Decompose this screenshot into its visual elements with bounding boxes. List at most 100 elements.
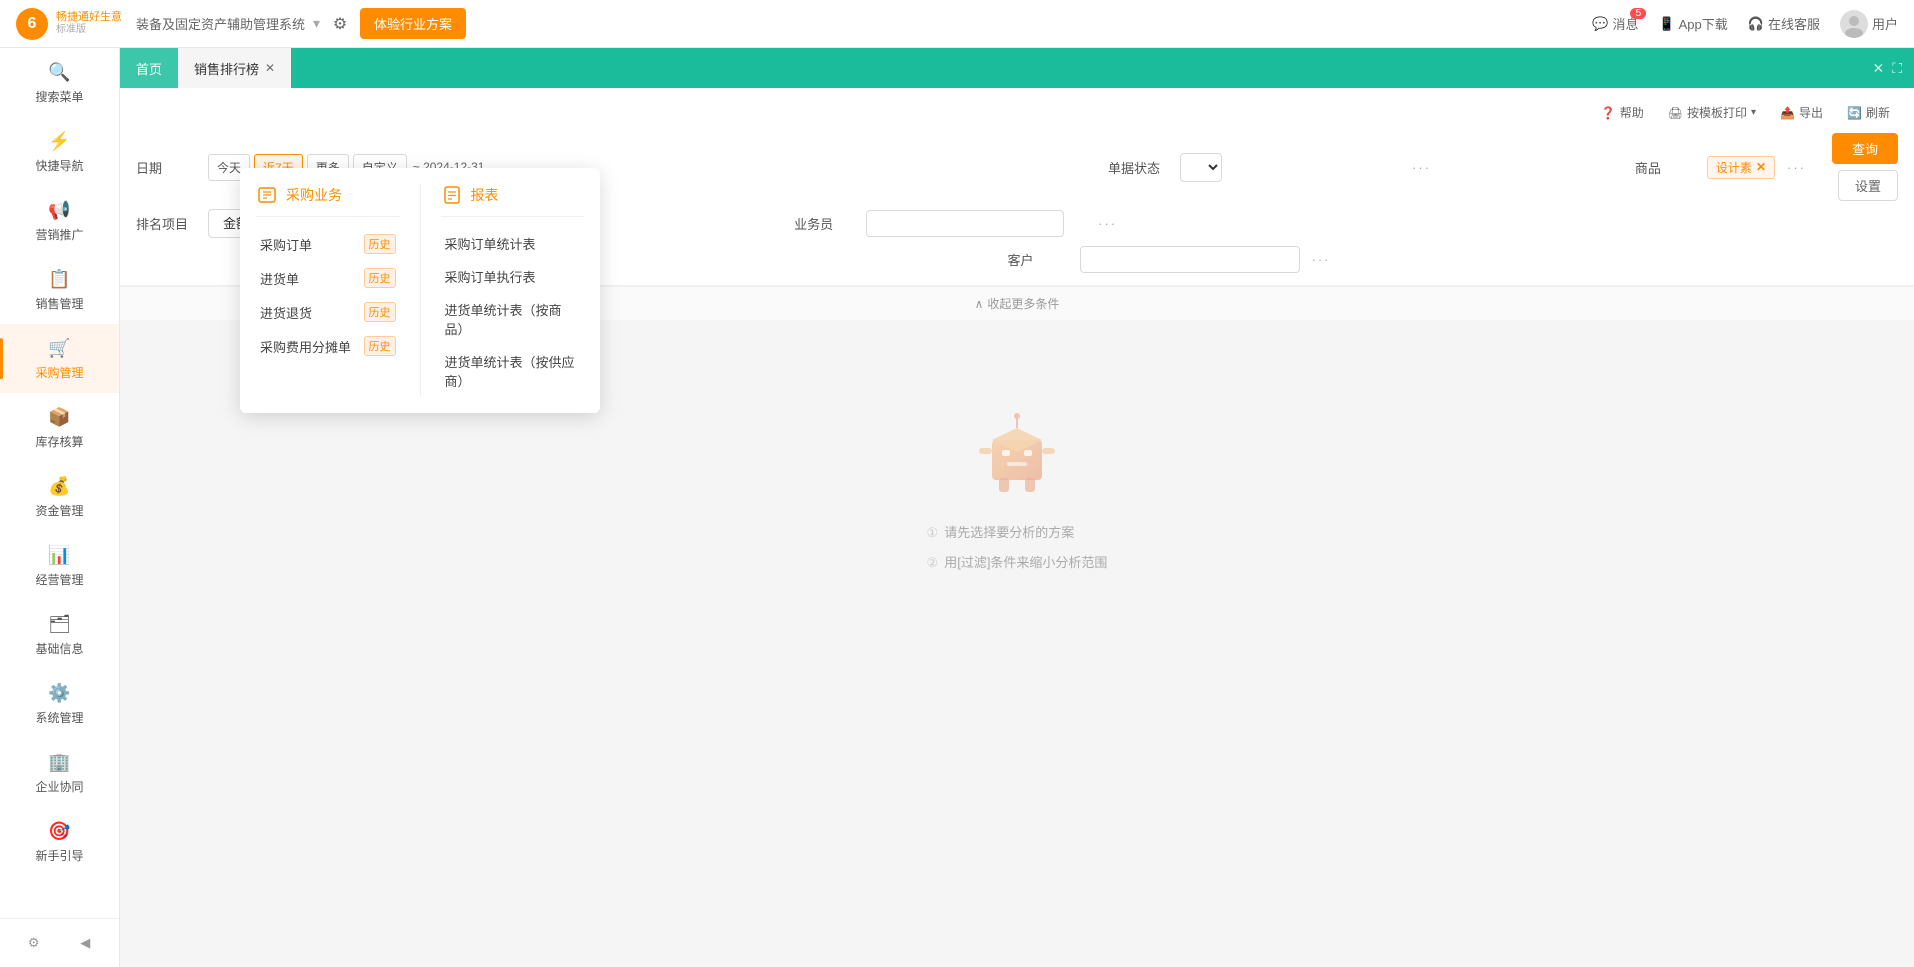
- purchase-order-label: 采购订单: [260, 235, 312, 254]
- dropdown-item-purchase-order-stat[interactable]: 采购订单统计表: [441, 227, 585, 260]
- operations-icon: 📊: [48, 543, 72, 567]
- user-action[interactable]: 用户: [1840, 10, 1898, 38]
- doc-status-select[interactable]: [1180, 153, 1222, 182]
- doc-status-more[interactable]: ···: [1412, 160, 1431, 175]
- tab-expand-area: ✕ ⛶: [1860, 48, 1914, 88]
- sidebar-footer: ⚙ ◀: [0, 918, 119, 967]
- dropdown-item-purchase-order-exec[interactable]: 采购订单执行表: [441, 260, 585, 293]
- help-icon: ❓: [1601, 106, 1616, 120]
- tab-home[interactable]: 首页: [120, 48, 178, 88]
- message-action[interactable]: 💬 消息 5: [1592, 14, 1638, 33]
- empty-illustration: [967, 400, 1067, 500]
- dropdown-col1-header: 采购业务: [256, 184, 400, 217]
- logo-icon: 6: [16, 8, 48, 40]
- dropdown-item-incoming[interactable]: 进货单 历史: [256, 261, 400, 295]
- sidebar-item-system[interactable]: ⚙️ 系统管理: [0, 669, 119, 738]
- help-label: 帮助: [1620, 104, 1644, 121]
- tab-bar: 首页 销售排行榜 ✕ ✕ ⛶: [120, 48, 1914, 88]
- print-btn[interactable]: 🖨 按模板打印 ▾: [1660, 100, 1764, 125]
- collapse-label: 收起更多条件: [987, 295, 1059, 312]
- content-area: 首页 销售排行榜 ✕ ✕ ⛶ ❓ 帮助: [120, 48, 1914, 967]
- query-btn[interactable]: 查询: [1832, 133, 1898, 164]
- tab-fullscreen-icon[interactable]: ⛶: [1892, 60, 1902, 77]
- search-icon: 🔍: [48, 60, 72, 84]
- sidebar: 🔍 搜索菜单 ⚡ 快捷导航 📢 营销推广 📋 销售管理 🛒 采购管理 📦 库存核…: [0, 48, 120, 967]
- purchase-order-stat-label: 采购订单统计表: [445, 234, 536, 253]
- tab-home-label: 首页: [136, 59, 162, 78]
- refresh-btn[interactable]: 🔄 刷新: [1839, 100, 1898, 125]
- goods-label: 商品: [1635, 158, 1695, 177]
- salesperson-label: 业务员: [794, 214, 854, 233]
- goods-tag-text: 设计素: [1716, 159, 1752, 176]
- logo-area: 6 畅捷通好生意 标准版: [16, 8, 136, 40]
- salesperson-input[interactable]: [866, 210, 1064, 237]
- print-icon: 🖨: [1668, 106, 1683, 120]
- salesperson-more[interactable]: ···: [1098, 216, 1117, 231]
- export-btn[interactable]: 📤 导出: [1772, 100, 1831, 125]
- customer-input[interactable]: [1080, 246, 1300, 273]
- app-download-action[interactable]: 📱 App下载: [1658, 14, 1727, 33]
- goods-tag-close[interactable]: ✕: [1756, 160, 1766, 174]
- doc-status-label: 单据状态: [1108, 158, 1168, 177]
- purchase-order-history: 历史: [364, 234, 396, 254]
- date-label: 日期: [136, 158, 196, 177]
- print-dropdown-icon: ▾: [1751, 107, 1756, 118]
- help-btn[interactable]: ❓ 帮助: [1593, 100, 1652, 125]
- dropdown-item-incoming-stat-goods[interactable]: 进货单统计表（按商品）: [441, 293, 585, 345]
- sidebar-item-sales-label: 销售管理: [35, 295, 83, 312]
- message-badge: 5: [1630, 8, 1646, 19]
- dropdown-item-purchase-expense[interactable]: 采购费用分摊单 历史: [256, 329, 400, 363]
- sidebar-collapse-btn[interactable]: ◀: [69, 927, 101, 959]
- online-service-action[interactable]: 🎧 在线客服: [1748, 14, 1820, 33]
- dropdown-item-incoming-stat-supplier[interactable]: 进货单统计表（按供应商）: [441, 345, 585, 397]
- system-title-text: 装备及固定资产辅助管理系统: [136, 14, 305, 33]
- industry-btn[interactable]: 体验行业方案: [360, 8, 466, 39]
- sidebar-item-inventory[interactable]: 📦 库存核算: [0, 393, 119, 462]
- sidebar-item-operations[interactable]: 📊 经营管理: [0, 531, 119, 600]
- dropdown-separator: [420, 184, 421, 397]
- sidebar-item-search[interactable]: 🔍 搜索菜单: [0, 48, 119, 117]
- sidebar-item-sales[interactable]: 📋 销售管理: [0, 255, 119, 324]
- incoming-stat-goods-label: 进货单统计表（按商品）: [445, 300, 581, 338]
- sidebar-item-finance-label: 资金管理: [35, 502, 83, 519]
- sidebar-item-purchase[interactable]: 🛒 采购管理: [0, 324, 119, 393]
- dropdown-item-incoming-return[interactable]: 进货退货 历史: [256, 295, 400, 329]
- dropdown-arrow-icon[interactable]: ▾: [313, 15, 320, 32]
- headset-icon: 🎧: [1748, 16, 1764, 32]
- dropdown-col-reports: 报表 采购订单统计表 采购订单执行表 进货单统计表（按商品） 进货单统计表（按供…: [441, 184, 585, 397]
- enterprise-icon: 🏢: [48, 750, 72, 774]
- dropdown-item-purchase-order[interactable]: 采购订单 历史: [256, 227, 400, 261]
- print-label: 按模板打印: [1687, 104, 1747, 121]
- empty-text: ① 请先选择要分析的方案 ② 用[过滤]条件来缩小分析范围: [927, 520, 1108, 576]
- export-label: 导出: [1799, 104, 1823, 121]
- basic-info-icon: 🗂: [48, 612, 72, 636]
- sidebar-item-quick-nav[interactable]: ⚡ 快捷导航: [0, 117, 119, 186]
- customer-more[interactable]: ···: [1312, 252, 1331, 267]
- goods-more[interactable]: ···: [1787, 160, 1806, 175]
- main-layout: 🔍 搜索菜单 ⚡ 快捷导航 📢 营销推广 📋 销售管理 🛒 采购管理 📦 库存核…: [0, 48, 1914, 967]
- sidebar-item-basic-info[interactable]: 🗂 基础信息: [0, 600, 119, 669]
- tab-sales-rank[interactable]: 销售排行榜 ✕: [178, 48, 291, 88]
- message-icon: 💬: [1592, 16, 1608, 32]
- filter-right-actions: 查询 设置: [1818, 133, 1898, 201]
- refresh-icon: 🔄: [1847, 106, 1862, 120]
- logo-text: 畅捷通好生意 标准版: [56, 11, 122, 36]
- export-icon: 📤: [1780, 106, 1795, 120]
- tab-close-icon[interactable]: ✕: [265, 61, 275, 75]
- sidebar-item-guide[interactable]: 🎯 新手引导: [0, 807, 119, 876]
- online-service-label: 在线客服: [1768, 14, 1820, 33]
- marketing-icon: 📢: [48, 198, 72, 222]
- sidebar-settings-btn[interactable]: ⚙: [18, 927, 50, 959]
- sidebar-item-enterprise[interactable]: 🏢 企业协同: [0, 738, 119, 807]
- sidebar-item-finance[interactable]: 💰 资金管理: [0, 462, 119, 531]
- sidebar-item-marketing[interactable]: 📢 营销推广: [0, 186, 119, 255]
- filter-settings-btn[interactable]: 设置: [1838, 170, 1898, 201]
- sidebar-item-inventory-label: 库存核算: [35, 433, 83, 450]
- logo-line2: 标准版: [56, 24, 122, 36]
- sidebar-item-search-label: 搜索菜单: [35, 88, 83, 105]
- settings-icon[interactable]: ⚙: [328, 12, 352, 36]
- dropdown-menu: 采购业务 采购订单 历史 进货单 历史 进货退货 历史: [240, 168, 600, 413]
- incoming-return-history: 历史: [364, 302, 396, 322]
- tab-close-all-icon[interactable]: ✕: [1872, 60, 1884, 77]
- page-content: ❓ 帮助 🖨 按模板打印 ▾ 📤 导出 🔄 刷新: [120, 88, 1914, 967]
